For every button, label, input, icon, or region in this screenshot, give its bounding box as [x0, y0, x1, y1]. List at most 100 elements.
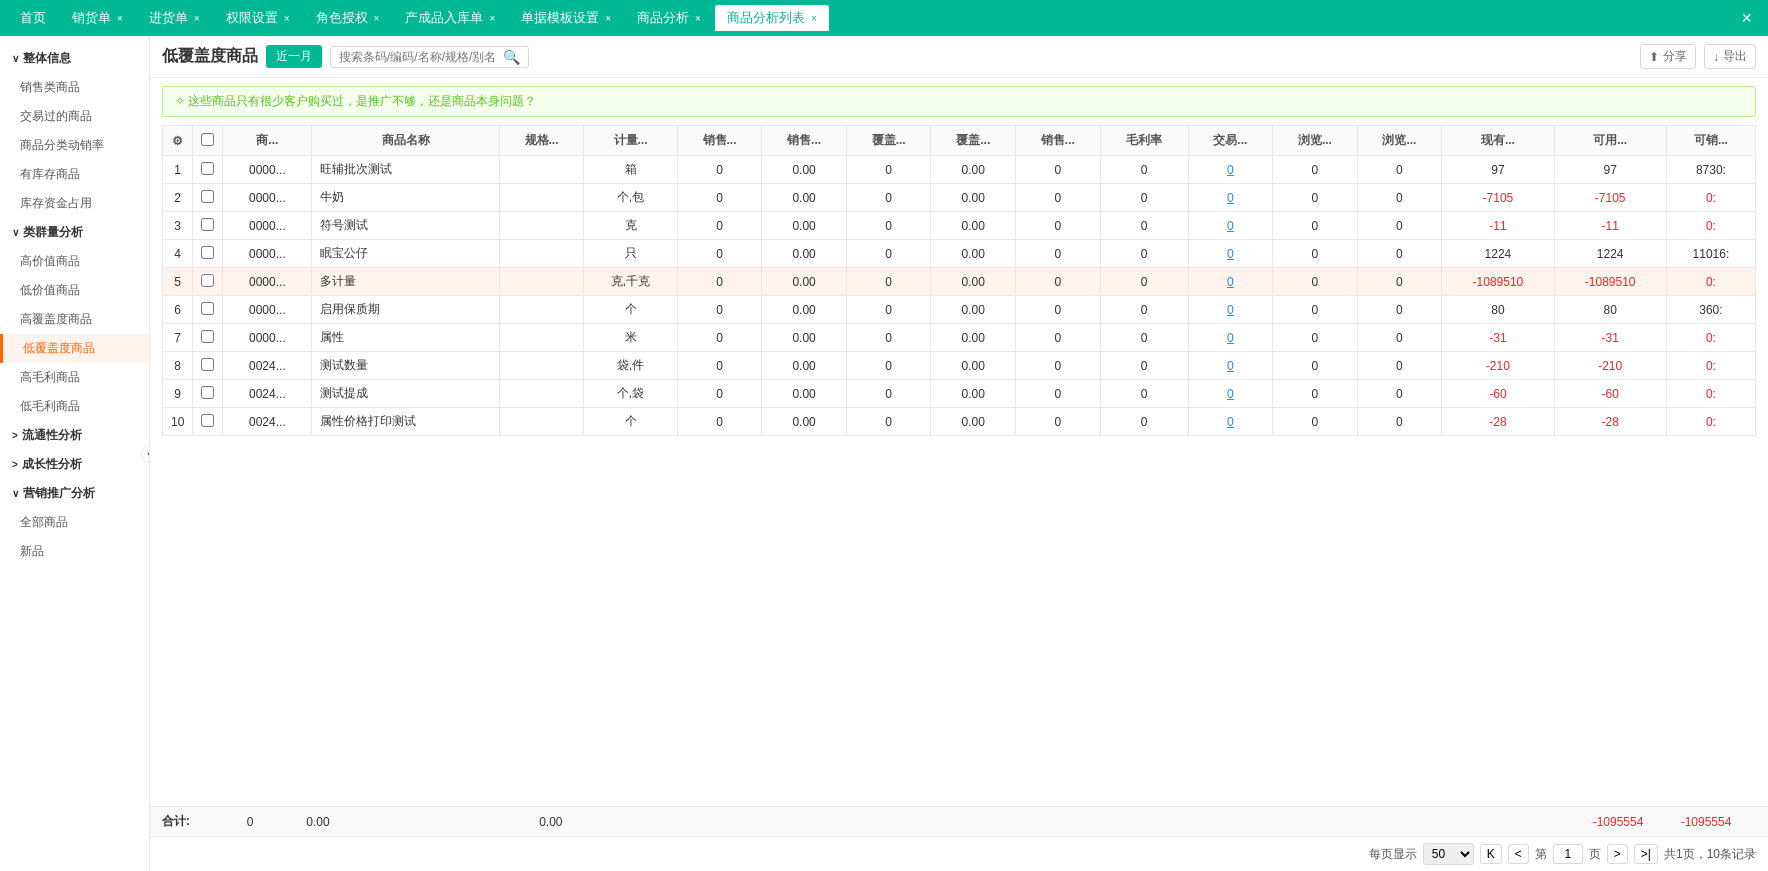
page-input[interactable]: [1553, 844, 1583, 864]
search-input[interactable]: [339, 50, 499, 64]
nav-permission-close[interactable]: ×: [284, 13, 290, 24]
period-button[interactable]: 近一月: [266, 45, 322, 68]
sidebar-item-all-products[interactable]: 全部商品: [0, 508, 149, 537]
sidebar-section-marketing[interactable]: ∨ 营销推广分析: [0, 479, 149, 508]
cell-gross-margin: 0: [1100, 408, 1188, 436]
th-checkbox[interactable]: [193, 126, 223, 156]
next-page-button[interactable]: >: [1607, 844, 1628, 864]
nav-product-analysis-close[interactable]: ×: [695, 13, 701, 24]
select-all-checkbox[interactable]: [201, 133, 214, 146]
cell-current: 1224: [1442, 240, 1554, 268]
cell-checkbox[interactable]: [193, 352, 223, 380]
cell-code: 0000...: [223, 156, 312, 184]
table-row: 3 0000... 符号测试 克 0 0.00 0 0.00 0 0 0 0 0…: [163, 212, 1756, 240]
cell-trade[interactable]: 0: [1188, 184, 1273, 212]
th-spec[interactable]: 规格...: [499, 126, 584, 156]
nav-role-close[interactable]: ×: [374, 13, 380, 24]
sidebar-item-low-value[interactable]: 低价值商品: [0, 276, 149, 305]
table-row: 2 0000... 牛奶 个,包 0 0.00 0 0.00 0 0 0 0 0…: [163, 184, 1756, 212]
cell-spec: [499, 184, 584, 212]
cell-trade[interactable]: 0: [1188, 240, 1273, 268]
cell-trade[interactable]: 0: [1188, 212, 1273, 240]
first-page-button[interactable]: K: [1480, 844, 1502, 864]
cell-checkbox[interactable]: [193, 156, 223, 184]
th-trade[interactable]: 交易...: [1188, 126, 1273, 156]
nav-template[interactable]: 单据模板设置 ×: [509, 5, 623, 31]
cell-checkbox[interactable]: [193, 324, 223, 352]
cell-trade[interactable]: 0: [1188, 156, 1273, 184]
th-unit[interactable]: 计量...: [584, 126, 677, 156]
search-icon[interactable]: 🔍: [503, 49, 520, 65]
sidebar-section-growth[interactable]: > 成长性分析: [0, 450, 149, 479]
sidebar-item-traded-products[interactable]: 交易过的商品: [0, 102, 149, 131]
nav-sales-close[interactable]: ×: [117, 13, 123, 24]
cell-checkbox[interactable]: [193, 296, 223, 324]
cell-checkbox[interactable]: [193, 380, 223, 408]
cell-checkbox[interactable]: [193, 240, 223, 268]
cell-trade[interactable]: 0: [1188, 296, 1273, 324]
sidebar-item-high-value[interactable]: 高价值商品: [0, 247, 149, 276]
th-settings[interactable]: ⚙: [163, 126, 193, 156]
th-sales1[interactable]: 销售...: [677, 126, 762, 156]
section-arrow-overall: ∨: [12, 53, 19, 64]
sidebar-item-new-products[interactable]: 新品: [0, 537, 149, 566]
export-button[interactable]: ↓ 导出: [1704, 44, 1756, 69]
th-browse1[interactable]: 浏览...: [1273, 126, 1358, 156]
window-close-button[interactable]: ×: [1733, 8, 1760, 29]
per-page-select[interactable]: 50 100 200: [1423, 843, 1474, 865]
sidebar-item-low-coverage[interactable]: 低覆盖度商品: [0, 334, 149, 363]
cell-checkbox[interactable]: [193, 212, 223, 240]
sidebar-item-low-margin[interactable]: 低毛利商品: [0, 392, 149, 421]
last-page-button[interactable]: >|: [1634, 844, 1658, 864]
nav-product-warehouse[interactable]: 产成品入库单 ×: [393, 5, 507, 31]
nav-product-analysis[interactable]: 商品分析 ×: [625, 5, 713, 31]
nav-product-analysis-list[interactable]: 商品分析列表 ×: [715, 5, 829, 31]
nav-permission[interactable]: 权限设置 ×: [214, 5, 302, 31]
cell-trade[interactable]: 0: [1188, 408, 1273, 436]
cell-checkbox[interactable]: [193, 408, 223, 436]
nav-home[interactable]: 首页: [8, 5, 58, 31]
nav-product-warehouse-close[interactable]: ×: [489, 13, 495, 24]
sidebar-item-sales-products[interactable]: 销售类商品: [0, 73, 149, 102]
nav-purchase-close[interactable]: ×: [194, 13, 200, 24]
sidebar-item-high-margin[interactable]: 高毛利商品: [0, 363, 149, 392]
cell-sales2: 0.00: [762, 240, 847, 268]
nav-purchase[interactable]: 进货单 ×: [137, 5, 212, 31]
nav-sales[interactable]: 销货单 ×: [60, 5, 135, 31]
th-saleable[interactable]: 可销...: [1666, 126, 1755, 156]
th-code[interactable]: 商...: [223, 126, 312, 156]
nav-product-analysis-list-close[interactable]: ×: [811, 13, 817, 24]
prev-page-button[interactable]: <: [1508, 844, 1529, 864]
th-cover2[interactable]: 覆盖...: [931, 126, 1016, 156]
sidebar-item-in-stock[interactable]: 有库存商品: [0, 160, 149, 189]
th-gross-margin[interactable]: 毛利率: [1100, 126, 1188, 156]
cell-trade[interactable]: 0: [1188, 380, 1273, 408]
th-cover1[interactable]: 覆盖...: [846, 126, 931, 156]
sidebar-section-cluster[interactable]: ∨ 类群量分析: [0, 218, 149, 247]
sidebar-item-category-rate[interactable]: 商品分类动销率: [0, 131, 149, 160]
cell-available: -210: [1554, 352, 1666, 380]
cell-checkbox[interactable]: [193, 268, 223, 296]
th-name[interactable]: 商品名称: [312, 126, 499, 156]
nav-role[interactable]: 角色授权 ×: [304, 5, 392, 31]
sidebar-section-circulation[interactable]: > 流通性分析: [0, 421, 149, 450]
th-browse2[interactable]: 浏览...: [1357, 126, 1442, 156]
th-current[interactable]: 现有...: [1442, 126, 1554, 156]
th-available[interactable]: 可用...: [1554, 126, 1666, 156]
cell-trade[interactable]: 0: [1188, 268, 1273, 296]
th-sales2[interactable]: 销售...: [762, 126, 847, 156]
cell-trade[interactable]: 0: [1188, 352, 1273, 380]
sidebar-item-capital[interactable]: 库存资金占用: [0, 189, 149, 218]
cell-trade[interactable]: 0: [1188, 324, 1273, 352]
cell-saleable: 0:: [1666, 408, 1755, 436]
cell-checkbox[interactable]: [193, 184, 223, 212]
cell-name: 测试提成: [312, 380, 499, 408]
share-button[interactable]: ⬆ 分享: [1640, 44, 1696, 69]
cell-code: 0024...: [223, 352, 312, 380]
table-row: 9 0024... 测试提成 个,袋 0 0.00 0 0.00 0 0 0 0…: [163, 380, 1756, 408]
th-sales3[interactable]: 销售...: [1016, 126, 1101, 156]
nav-template-close[interactable]: ×: [605, 13, 611, 24]
sidebar-section-overall[interactable]: ∨ 整体信息: [0, 44, 149, 73]
sidebar-item-high-coverage[interactable]: 高覆盖度商品: [0, 305, 149, 334]
export-icon: ↓: [1713, 50, 1719, 64]
